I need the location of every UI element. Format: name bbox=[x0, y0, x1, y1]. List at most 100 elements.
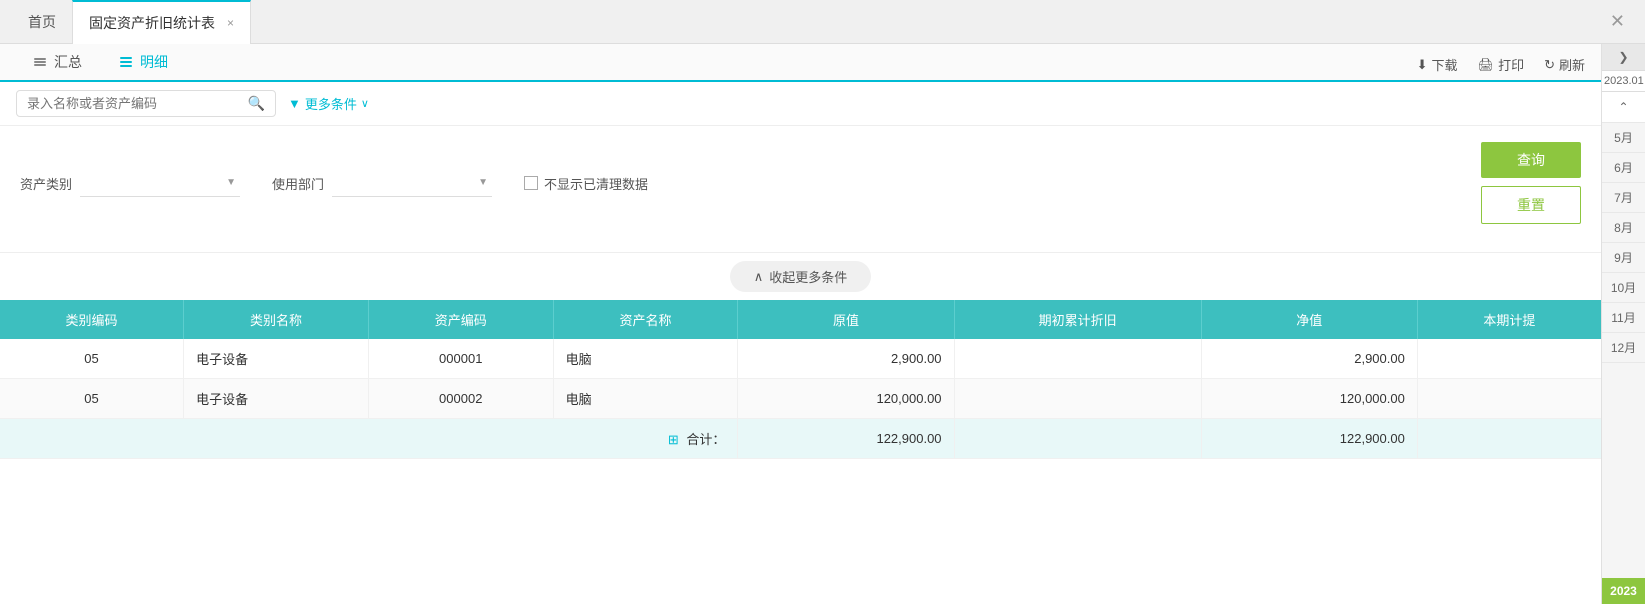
department-field: 使用部门 ▼ bbox=[272, 169, 492, 197]
filter-row: 资产类别 ▼ 使用部门 ▼ 不显示已清理数据 bbox=[20, 142, 1581, 224]
search-bar: 🔍 ▼ 更多条件 ∨ bbox=[0, 82, 1601, 126]
month-list: 5月6月7月8月9月10月11月12月 bbox=[1602, 123, 1645, 363]
filter-more-label: 更多条件 bbox=[305, 94, 357, 113]
tab-active-label: 固定资产折旧统计表 bbox=[89, 13, 215, 33]
scroll-up-icon: ⌃ bbox=[1618, 100, 1628, 114]
cell-net-value: 120,000.00 bbox=[1201, 379, 1417, 419]
col-accumulated-depreciation: 期初累计折旧 bbox=[954, 300, 1201, 339]
date-display: 2023.01 bbox=[1602, 71, 1645, 92]
query-button[interactable]: 查询 bbox=[1481, 142, 1581, 178]
refresh-label: 刷新 bbox=[1559, 55, 1585, 74]
scroll-up-button[interactable]: ⌃ bbox=[1602, 92, 1645, 123]
layers-icon bbox=[32, 54, 48, 70]
col-asset-code: 资产编码 bbox=[368, 300, 553, 339]
search-input[interactable] bbox=[27, 96, 248, 111]
cell-asset-name: 电脑 bbox=[553, 379, 738, 419]
total-accumulated-depreciation bbox=[954, 419, 1201, 459]
table-row: 05 电子设备 000002 电脑 120,000.00 120,000.00 bbox=[0, 379, 1601, 419]
department-label: 使用部门 bbox=[272, 174, 324, 193]
year-badge[interactable]: 2023 bbox=[1602, 578, 1645, 604]
calc-icon: ⊞ bbox=[668, 432, 679, 447]
department-select[interactable]: ▼ bbox=[332, 169, 492, 197]
filter-chevron-icon: ∨ bbox=[361, 97, 369, 110]
asset-category-label: 资产类别 bbox=[20, 174, 72, 193]
print-icon: 🖨 bbox=[1478, 57, 1495, 73]
cell-accumulated-depreciation bbox=[954, 339, 1201, 379]
collapse-button[interactable]: ∧ 收起更多条件 bbox=[730, 261, 872, 292]
sidebar-month-item[interactable]: 9月 bbox=[1602, 243, 1645, 273]
collapse-label: 收起更多条件 bbox=[769, 267, 847, 286]
print-label: 打印 bbox=[1498, 55, 1524, 74]
chevron-right-icon: ❯ bbox=[1618, 50, 1628, 64]
sidebar-month-item[interactable]: 12月 bbox=[1602, 333, 1645, 363]
left-panel: 汇总 明细 ⬇ 下载 bbox=[0, 44, 1601, 604]
list-icon bbox=[118, 54, 134, 70]
reset-button[interactable]: 重置 bbox=[1481, 186, 1581, 224]
asset-category-select[interactable]: ▼ bbox=[80, 169, 240, 197]
window-close-button[interactable]: ✕ bbox=[1602, 7, 1633, 36]
hide-cleared-label: 不显示已清理数据 bbox=[544, 174, 648, 193]
cell-category-name: 电子设备 bbox=[184, 379, 369, 419]
sidebar-month-item[interactable]: 6月 bbox=[1602, 153, 1645, 183]
tab-bar: 首页 固定资产折旧统计表 × ✕ bbox=[0, 0, 1645, 44]
sidebar-month-item[interactable]: 10月 bbox=[1602, 273, 1645, 303]
col-original-value: 原值 bbox=[738, 300, 954, 339]
sidebar-month-item[interactable]: 11月 bbox=[1602, 303, 1645, 333]
col-category-code: 类别编码 bbox=[0, 300, 184, 339]
tab-detail[interactable]: 明细 bbox=[102, 44, 184, 82]
cell-original-value: 2,900.00 bbox=[738, 339, 954, 379]
cell-asset-code: 000002 bbox=[368, 379, 553, 419]
cell-original-value: 120,000.00 bbox=[738, 379, 954, 419]
asset-category-field: 资产类别 ▼ bbox=[20, 169, 240, 197]
data-table: 类别编码 类别名称 资产编码 资产名称 原值 期初累计折旧 净值 本期计提 05… bbox=[0, 300, 1601, 459]
asset-category-arrow-icon: ▼ bbox=[226, 177, 236, 188]
col-category-name: 类别名称 bbox=[184, 300, 369, 339]
tab-summary-label: 汇总 bbox=[54, 52, 82, 72]
cell-category-code: 05 bbox=[0, 339, 184, 379]
tab-active[interactable]: 固定资产折旧统计表 × bbox=[72, 0, 251, 44]
table-wrapper: 类别编码 类别名称 资产编码 资产名称 原值 期初累计折旧 净值 本期计提 05… bbox=[0, 300, 1601, 604]
filter-more-button[interactable]: ▼ 更多条件 ∨ bbox=[288, 94, 369, 113]
download-icon: ⬇ bbox=[1417, 57, 1428, 73]
total-label-cell: ⊞ 合计： bbox=[0, 419, 738, 459]
sidebar-month-item[interactable]: 8月 bbox=[1602, 213, 1645, 243]
tab-close-icon[interactable]: × bbox=[227, 16, 234, 30]
right-sidebar: ❯ 2023.01 ⌃ 5月6月7月8月9月10月11月12月 2023 bbox=[1601, 44, 1645, 604]
table-total-row: ⊞ 合计： 122,900.00 122,900.00 bbox=[0, 419, 1601, 459]
total-current-depreciation bbox=[1417, 419, 1601, 459]
collapse-up-icon: ∧ bbox=[754, 269, 764, 285]
cell-accumulated-depreciation bbox=[954, 379, 1201, 419]
action-buttons: 查询 重置 bbox=[1481, 142, 1581, 224]
cell-current-depreciation bbox=[1417, 339, 1601, 379]
col-current-depreciation: 本期计提 bbox=[1417, 300, 1601, 339]
cell-current-depreciation bbox=[1417, 379, 1601, 419]
filter-panel: 资产类别 ▼ 使用部门 ▼ 不显示已清理数据 bbox=[0, 126, 1601, 253]
hide-cleared-checkbox[interactable] bbox=[524, 176, 538, 190]
cell-asset-code: 000001 bbox=[368, 339, 553, 379]
sidebar-month-item[interactable]: 5月 bbox=[1602, 123, 1645, 153]
tab-summary[interactable]: 汇总 bbox=[16, 44, 98, 82]
print-button[interactable]: 🖨 打印 bbox=[1478, 55, 1525, 74]
main-content: 汇总 明细 ⬇ 下载 bbox=[0, 44, 1645, 604]
col-net-value: 净值 bbox=[1201, 300, 1417, 339]
cell-asset-name: 电脑 bbox=[553, 339, 738, 379]
tab-detail-label: 明细 bbox=[140, 52, 168, 72]
department-arrow-icon: ▼ bbox=[478, 177, 488, 188]
table-header-row: 类别编码 类别名称 资产编码 资产名称 原值 期初累计折旧 净值 本期计提 bbox=[0, 300, 1601, 339]
tab-home[interactable]: 首页 bbox=[12, 0, 72, 44]
search-wrapper: 🔍 bbox=[16, 90, 276, 117]
download-label: 下载 bbox=[1432, 55, 1458, 74]
collapse-row: ∧ 收起更多条件 bbox=[0, 253, 1601, 300]
refresh-icon: ↻ bbox=[1544, 57, 1555, 73]
cell-category-name: 电子设备 bbox=[184, 339, 369, 379]
refresh-button[interactable]: ↻ 刷新 bbox=[1544, 55, 1585, 74]
sidebar-month-item[interactable]: 7月 bbox=[1602, 183, 1645, 213]
search-icon[interactable]: 🔍 bbox=[248, 95, 265, 112]
sidebar-expand-button[interactable]: ❯ bbox=[1602, 44, 1645, 71]
table-row: 05 电子设备 000001 电脑 2,900.00 2,900.00 bbox=[0, 339, 1601, 379]
cell-net-value: 2,900.00 bbox=[1201, 339, 1417, 379]
total-original-value: 122,900.00 bbox=[738, 419, 954, 459]
hide-cleared-field: 不显示已清理数据 bbox=[524, 174, 648, 193]
download-button[interactable]: ⬇ 下载 bbox=[1417, 55, 1458, 74]
total-net-value: 122,900.00 bbox=[1201, 419, 1417, 459]
